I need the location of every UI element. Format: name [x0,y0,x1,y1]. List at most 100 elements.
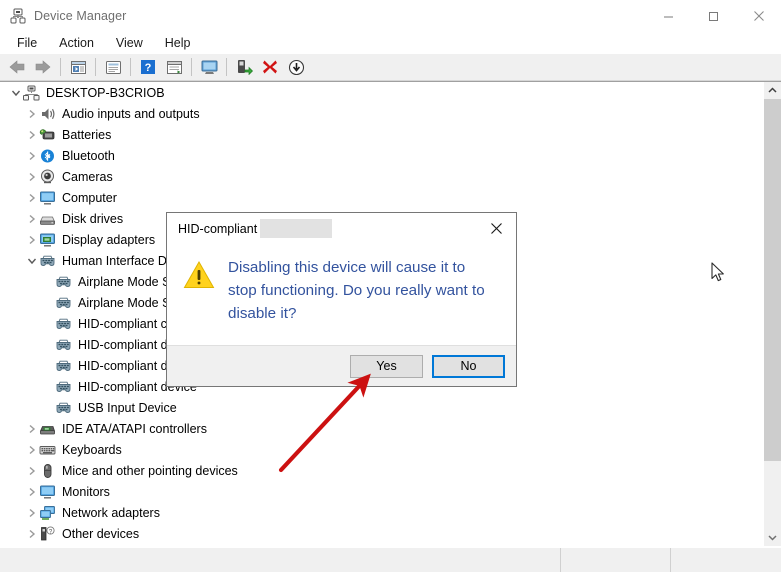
chevron-right-icon[interactable] [25,506,39,520]
hid-icon [55,358,72,374]
device-manager-icon [10,8,26,24]
tree-item-label: Computer [62,190,117,205]
chevron-right-icon[interactable] [25,422,39,436]
tree-item-network-adapters[interactable]: Network adapters [0,502,755,523]
window-titlebar: Device Manager [0,0,781,33]
tree-item-label: Audio inputs and outputs [62,106,200,121]
dialog-footer: Yes No [167,345,516,386]
status-pane-secondary [561,548,671,572]
bluetooth-icon [39,148,56,164]
tree-item-label: Keyboards [62,442,122,457]
tree-item-other-devices[interactable]: ? Other devices [0,523,755,544]
warning-triangle-icon [183,259,215,291]
disable-device-icon[interactable] [283,55,309,79]
hid-icon [55,337,72,353]
toolbar-separator [226,58,227,76]
tree-item-label: Disk drives [62,211,124,226]
chevron-right-icon[interactable] [25,464,39,478]
menu-file[interactable]: File [6,34,48,52]
show-hidden-devices-icon[interactable] [196,55,222,79]
enable-device-icon[interactable] [231,55,257,79]
chevron-right-icon[interactable] [25,527,39,541]
help-icon[interactable]: ? [135,55,161,79]
chevron-right-icon[interactable] [25,212,39,226]
tree-item-label: Network adapters [62,505,160,520]
window-controls [646,0,781,32]
chevron-right-icon[interactable] [25,443,39,457]
chevron-down-icon[interactable] [9,86,23,100]
tree-item-bluetooth[interactable]: Bluetooth [0,145,755,166]
tree-item-mice[interactable]: Mice and other pointing devices [0,460,755,481]
status-pane-tertiary [671,548,781,572]
chevron-right-icon[interactable] [25,191,39,205]
computer-root-icon [23,85,40,101]
tree-item-root[interactable]: DESKTOP-B3CRIOB [0,82,755,103]
chevron-down-icon[interactable] [25,254,39,268]
minimize-button[interactable] [646,0,691,32]
menu-help[interactable]: Help [154,34,202,52]
maximize-button[interactable] [691,0,736,32]
tree-item-monitors[interactable]: Monitors [0,481,755,502]
hid-icon [55,400,72,416]
chevron-right-icon[interactable] [25,149,39,163]
menu-bar: File Action View Help [0,32,781,54]
close-button[interactable] [736,0,781,32]
status-bar [0,547,781,572]
vertical-scrollbar[interactable] [763,82,781,546]
tree-item-label: Display adapters [62,232,156,247]
dialog-title: HID-compliant [178,221,258,236]
chevron-right-icon[interactable] [25,233,39,247]
no-button[interactable]: No [432,354,505,378]
yes-button[interactable]: Yes [350,354,423,378]
chevron-right-icon[interactable] [25,485,39,499]
chevron-right-icon[interactable] [25,107,39,121]
tree-item-ide-controllers[interactable]: IDE ATA/ATAPI controllers [0,418,755,439]
tree-item-computer[interactable]: Computer [0,187,755,208]
tree-item-label: Cameras [62,169,113,184]
dialog-titlebar: HID-compliant [167,213,516,244]
device-manager-window: Device Manager File Action View Help ? D… [0,0,781,572]
uninstall-device-icon[interactable] [257,55,283,79]
scroll-up-button[interactable] [764,82,781,99]
tree-item-label: Batteries [62,127,112,142]
tree-item-keyboards[interactable]: Keyboards [0,439,755,460]
tree-item-print-queues[interactable]: Print queues [0,544,755,546]
tree-item-cameras[interactable]: Cameras [0,166,755,187]
hid-icon [55,316,72,332]
dialog-body: Disabling this device will cause it to s… [167,244,516,345]
tree-item-audio[interactable]: Audio inputs and outputs [0,103,755,124]
status-pane-message [0,548,561,572]
tree-item-label: Other devices [62,526,140,541]
back-icon[interactable] [4,55,30,79]
update-driver-icon[interactable] [100,55,126,79]
tree-item-usb-input-device[interactable]: USB Input Device [0,397,755,418]
hid-icon [55,274,72,290]
disk-drive-icon [39,211,56,227]
battery-icon [39,127,56,143]
dialog-close-button[interactable] [476,213,516,244]
hid-icon [55,379,72,395]
chevron-right-icon[interactable] [25,170,39,184]
disable-device-dialog: HID-compliant Disabling this device will… [166,212,517,387]
chevron-right-icon[interactable] [25,128,39,142]
tree-item-batteries[interactable]: Batteries [0,124,755,145]
window-title: Device Manager [34,9,127,23]
tree-item-label: Monitors [62,484,110,499]
scrollbar-thumb[interactable] [764,99,781,461]
tree-item-label: USB Input Device [78,400,177,415]
ide-controller-icon [39,421,56,437]
keyboard-icon [39,442,56,458]
forward-icon[interactable] [30,55,56,79]
tree-item-label: Mice and other pointing devices [62,463,238,478]
redaction-block [260,219,332,238]
svg-text:?: ? [145,62,152,74]
scrollbar-track[interactable] [764,99,781,529]
toolbar-separator [191,58,192,76]
scan-hardware-changes-icon[interactable] [161,55,187,79]
properties-icon[interactable] [65,55,91,79]
menu-action[interactable]: Action [48,34,105,52]
tree-item-label: Bluetooth [62,148,115,163]
scroll-down-button[interactable] [764,529,781,546]
menu-view[interactable]: View [105,34,154,52]
dialog-message: Disabling this device will cause it to s… [228,259,485,322]
